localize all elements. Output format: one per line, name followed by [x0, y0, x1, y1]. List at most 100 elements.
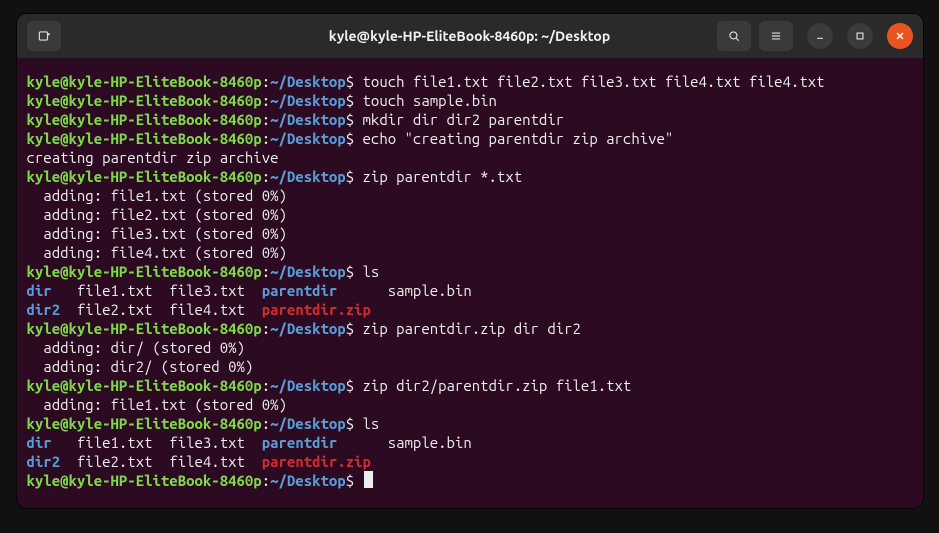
- prompt-sigil: $: [346, 472, 363, 489]
- maximize-button[interactable]: [847, 23, 873, 49]
- prompt-sigil: $: [346, 168, 363, 185]
- prompt-user-host: kyle@kyle-HP-EliteBook-8460p: [27, 377, 262, 394]
- minimize-button[interactable]: [807, 23, 833, 49]
- terminal-window: kyle@kyle-HP-EliteBook-8460p: ~/Desktop: [17, 14, 923, 508]
- prompt-user-host: kyle@kyle-HP-EliteBook-8460p: [27, 111, 262, 128]
- prompt-line: kyle@kyle-HP-EliteBook-8460p:~/Desktop$ …: [27, 91, 913, 110]
- command-text: touch sample.bin: [363, 92, 497, 109]
- output-segment: dir: [27, 282, 52, 299]
- output-segment: file2.txt file4.txt: [60, 301, 262, 318]
- prompt-sep: :: [262, 130, 270, 147]
- output-segment: dir2: [27, 301, 61, 318]
- prompt-sigil: $: [346, 377, 363, 394]
- output-line: creating parentdir zip archive: [27, 148, 913, 167]
- output-line: adding: file3.txt (stored 0%): [27, 224, 913, 243]
- output-line: adding: file4.txt (stored 0%): [27, 243, 913, 262]
- titlebar: kyle@kyle-HP-EliteBook-8460p: ~/Desktop: [17, 14, 923, 58]
- output-segment: adding: file3.txt (stored 0%): [27, 225, 287, 242]
- output-segment: adding: file1.txt (stored 0%): [27, 396, 287, 413]
- prompt-user-host: kyle@kyle-HP-EliteBook-8460p: [27, 320, 262, 337]
- prompt-sep: :: [262, 320, 270, 337]
- prompt-path: ~/Desktop: [270, 415, 346, 432]
- output-segment: adding: file4.txt (stored 0%): [27, 244, 287, 261]
- new-tab-button[interactable]: [27, 21, 61, 51]
- prompt-sep: :: [262, 415, 270, 432]
- prompt-path: ~/Desktop: [270, 73, 346, 90]
- output-line: adding: file1.txt (stored 0%): [27, 186, 913, 205]
- prompt-sep: :: [262, 92, 270, 109]
- prompt-user-host: kyle@kyle-HP-EliteBook-8460p: [27, 92, 262, 109]
- prompt-line: kyle@kyle-HP-EliteBook-8460p:~/Desktop$ …: [27, 376, 913, 395]
- output-segment: creating parentdir zip archive: [27, 149, 279, 166]
- command-text: zip dir2/parentdir.zip file1.txt: [363, 377, 632, 394]
- output-segment: adding: file2.txt (stored 0%): [27, 206, 287, 223]
- prompt-sep: :: [262, 472, 270, 489]
- prompt-line: kyle@kyle-HP-EliteBook-8460p:~/Desktop$ …: [27, 414, 913, 433]
- prompt-line: kyle@kyle-HP-EliteBook-8460p:~/Desktop$ …: [27, 72, 913, 91]
- output-line: adding: dir/ (stored 0%): [27, 338, 913, 357]
- prompt-sigil: $: [346, 130, 363, 147]
- output-line: dir2 file2.txt file4.txt parentdir.zip: [27, 300, 913, 319]
- prompt-user-host: kyle@kyle-HP-EliteBook-8460p: [27, 73, 262, 90]
- prompt-line: kyle@kyle-HP-EliteBook-8460p:~/Desktop$ …: [27, 167, 913, 186]
- hamburger-menu-button[interactable]: [759, 21, 793, 51]
- close-button[interactable]: [887, 23, 913, 49]
- prompt-path: ~/Desktop: [270, 130, 346, 147]
- prompt-sep: :: [262, 73, 270, 90]
- output-segment: file2.txt file4.txt: [60, 453, 262, 470]
- output-segment: file1.txt file3.txt: [52, 434, 262, 451]
- cursor: [364, 471, 373, 488]
- prompt-line: kyle@kyle-HP-EliteBook-8460p:~/Desktop$ …: [27, 319, 913, 338]
- command-text: zip parentdir *.txt: [363, 168, 523, 185]
- output-line: adding: file2.txt (stored 0%): [27, 205, 913, 224]
- output-segment: dir2: [27, 453, 61, 470]
- output-segment: dir: [27, 434, 52, 451]
- command-text: ls: [363, 263, 380, 280]
- prompt-path: ~/Desktop: [270, 320, 346, 337]
- prompt-line: kyle@kyle-HP-EliteBook-8460p:~/Desktop$ …: [27, 110, 913, 129]
- prompt-sep: :: [262, 111, 270, 128]
- output-segment: sample.bin: [337, 282, 471, 299]
- prompt-user-host: kyle@kyle-HP-EliteBook-8460p: [27, 472, 262, 489]
- output-line: dir file1.txt file3.txt parentdir sample…: [27, 281, 913, 300]
- prompt-line: kyle@kyle-HP-EliteBook-8460p:~/Desktop$: [27, 471, 913, 490]
- command-text: ls: [363, 415, 380, 432]
- prompt-sigil: $: [346, 415, 363, 432]
- prompt-sep: :: [262, 263, 270, 280]
- output-line: dir2 file2.txt file4.txt parentdir.zip: [27, 452, 913, 471]
- window-title: kyle@kyle-HP-EliteBook-8460p: ~/Desktop: [329, 28, 611, 44]
- prompt-sep: :: [262, 377, 270, 394]
- output-line: adding: dir2/ (stored 0%): [27, 357, 913, 376]
- output-line: adding: file1.txt (stored 0%): [27, 395, 913, 414]
- prompt-user-host: kyle@kyle-HP-EliteBook-8460p: [27, 130, 262, 147]
- prompt-sigil: $: [346, 73, 363, 90]
- prompt-path: ~/Desktop: [270, 377, 346, 394]
- prompt-path: ~/Desktop: [270, 92, 346, 109]
- prompt-sep: :: [262, 168, 270, 185]
- prompt-path: ~/Desktop: [270, 263, 346, 280]
- prompt-sigil: $: [346, 92, 363, 109]
- prompt-user-host: kyle@kyle-HP-EliteBook-8460p: [27, 263, 262, 280]
- terminal-viewport[interactable]: kyle@kyle-HP-EliteBook-8460p:~/Desktop$ …: [17, 58, 923, 508]
- output-segment: sample.bin: [337, 434, 471, 451]
- prompt-path: ~/Desktop: [270, 472, 346, 489]
- prompt-user-host: kyle@kyle-HP-EliteBook-8460p: [27, 168, 262, 185]
- output-segment: parentdir: [262, 282, 338, 299]
- output-segment: file1.txt file3.txt: [52, 282, 262, 299]
- search-button[interactable]: [717, 21, 751, 51]
- output-segment: parentdir.zip: [262, 301, 371, 318]
- command-text: echo "creating parentdir zip archive": [363, 130, 674, 147]
- output-line: dir file1.txt file3.txt parentdir sample…: [27, 433, 913, 452]
- prompt-line: kyle@kyle-HP-EliteBook-8460p:~/Desktop$ …: [27, 129, 913, 148]
- prompt-sigil: $: [346, 263, 363, 280]
- output-segment: adding: dir2/ (stored 0%): [27, 358, 254, 375]
- prompt-path: ~/Desktop: [270, 111, 346, 128]
- command-text: mkdir dir dir2 parentdir: [363, 111, 565, 128]
- prompt-user-host: kyle@kyle-HP-EliteBook-8460p: [27, 415, 262, 432]
- prompt-path: ~/Desktop: [270, 168, 346, 185]
- output-segment: parentdir: [262, 434, 338, 451]
- command-text: touch file1.txt file2.txt file3.txt file…: [363, 73, 825, 90]
- prompt-sigil: $: [346, 320, 363, 337]
- output-segment: parentdir.zip: [262, 453, 371, 470]
- command-text: zip parentdir.zip dir dir2: [363, 320, 581, 337]
